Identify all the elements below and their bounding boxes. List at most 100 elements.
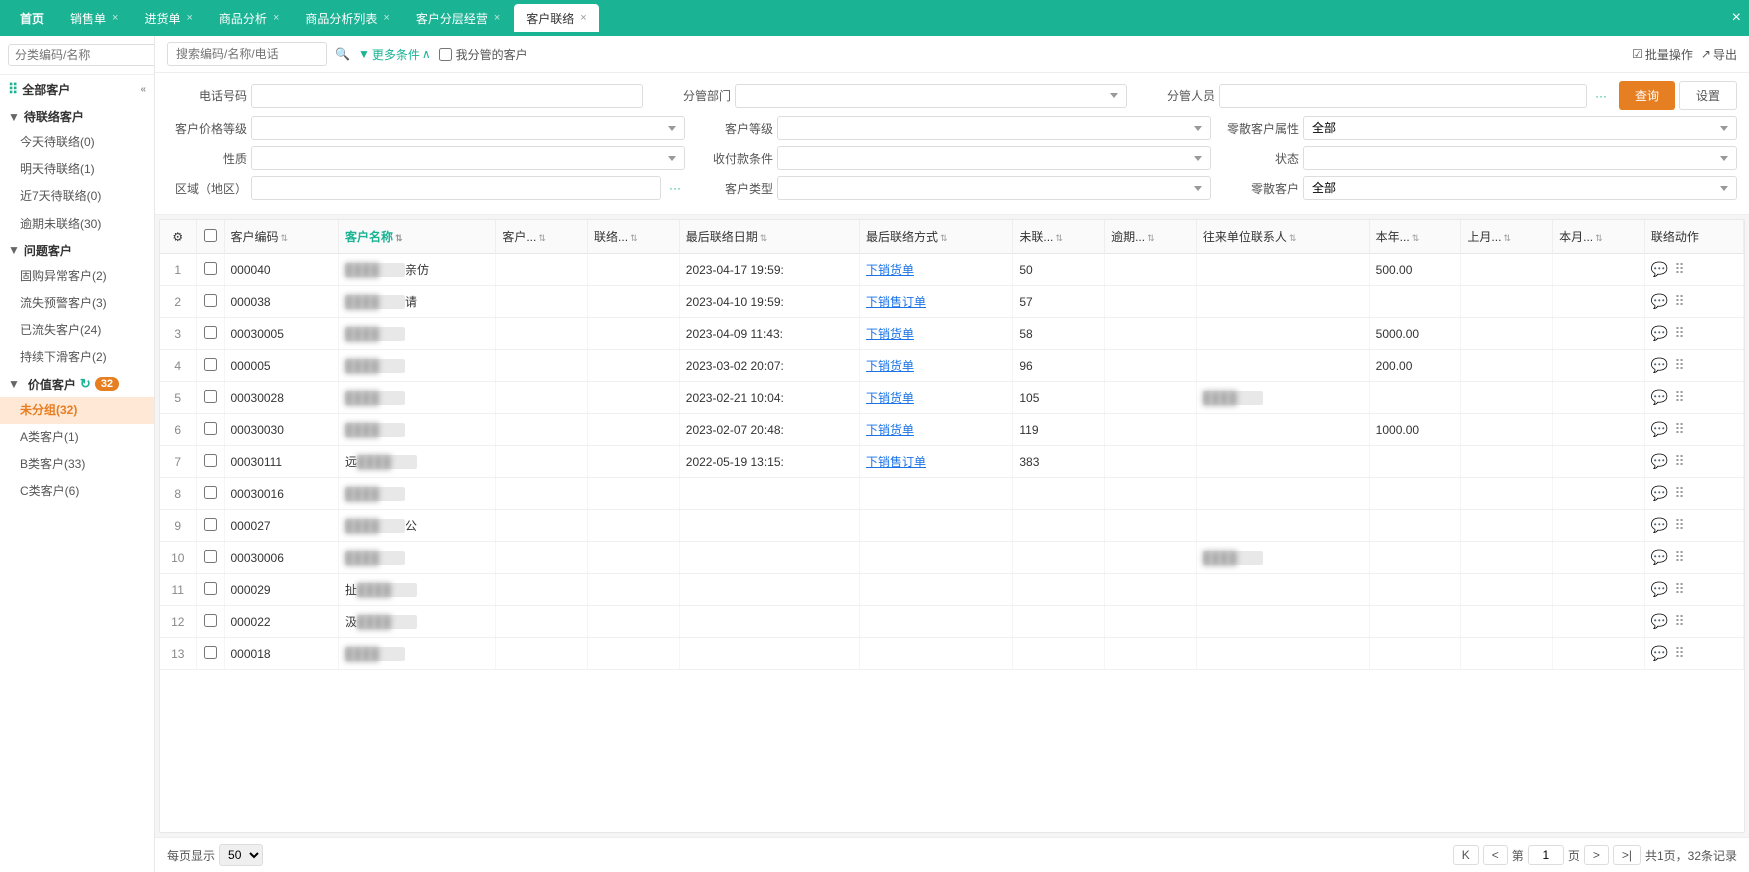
region-input[interactable]: [251, 176, 661, 200]
grid-icon[interactable]: ⠿: [1674, 357, 1684, 374]
row-checkbox[interactable]: [204, 454, 217, 467]
col-this-month[interactable]: 本月...⇅: [1553, 220, 1645, 254]
chat-icon[interactable]: 💬: [1651, 325, 1668, 342]
grid-icon[interactable]: ⠿: [1674, 485, 1684, 502]
value-customers-header[interactable]: ▼ 价值客户 ↻ 32: [0, 372, 154, 397]
row-action-icons[interactable]: 💬⠿: [1644, 542, 1743, 574]
sidebar-item-today[interactable]: 今天待联络(0): [0, 129, 154, 156]
row-action-icons[interactable]: 💬⠿: [1644, 318, 1743, 350]
row-check[interactable]: [196, 542, 224, 574]
row-action-icons[interactable]: 💬⠿: [1644, 254, 1743, 286]
grid-icon[interactable]: ⠿: [1674, 613, 1684, 630]
sidebar-item-abnormal[interactable]: 固购异常客户(2): [0, 263, 154, 290]
col-not-contacted[interactable]: 未联...⇅: [1013, 220, 1105, 254]
row-method-link[interactable]: 下销货单: [866, 423, 914, 437]
phone-input[interactable]: [251, 84, 643, 108]
prev-page-btn[interactable]: <: [1483, 845, 1508, 865]
row-checkbox[interactable]: [204, 486, 217, 499]
sidebar-search-input[interactable]: [8, 44, 155, 66]
row-check[interactable]: [196, 414, 224, 446]
col-last-month[interactable]: 上月...⇅: [1461, 220, 1553, 254]
search-input[interactable]: [167, 42, 327, 66]
customer-level-select[interactable]: [777, 116, 1211, 140]
chat-icon[interactable]: 💬: [1651, 549, 1668, 566]
chat-icon[interactable]: 💬: [1651, 645, 1668, 662]
row-action-icons[interactable]: 💬⠿: [1644, 414, 1743, 446]
row-checkbox[interactable]: [204, 422, 217, 435]
col-settings[interactable]: ⚙: [160, 220, 196, 254]
col-unit-contacts[interactable]: 往来单位联系人⇅: [1196, 220, 1369, 254]
row-action-icons[interactable]: 💬⠿: [1644, 350, 1743, 382]
chat-icon[interactable]: 💬: [1651, 357, 1668, 374]
tab-customer-contact-close[interactable]: ×: [580, 12, 586, 24]
dept-select[interactable]: [735, 84, 1127, 108]
tab-customer-contact[interactable]: 客户联络 ×: [514, 4, 598, 32]
row-check[interactable]: [196, 478, 224, 510]
grid-icon[interactable]: ⠿: [1674, 549, 1684, 566]
row-method-link[interactable]: 下销货单: [866, 263, 914, 277]
batch-op-button[interactable]: ☑ 批量操作: [1632, 46, 1693, 63]
row-checkbox[interactable]: [204, 390, 217, 403]
row-checkbox[interactable]: [204, 646, 217, 659]
per-page-select[interactable]: 50: [219, 844, 263, 866]
tab-analysis-close[interactable]: ×: [273, 12, 279, 24]
check-all-checkbox[interactable]: [204, 229, 217, 242]
retail-attr-select[interactable]: 全部: [1303, 116, 1737, 140]
row-checkbox[interactable]: [204, 582, 217, 595]
reset-button[interactable]: 设置: [1679, 81, 1737, 110]
row-last-method[interactable]: 下销货单: [859, 382, 1012, 414]
col-this-year[interactable]: 本年...⇅: [1369, 220, 1461, 254]
tab-analysis-list-close[interactable]: ×: [383, 12, 389, 24]
row-method-link[interactable]: 下销货单: [866, 359, 914, 373]
tab-purchase[interactable]: 进货单 ×: [132, 4, 204, 32]
chat-icon[interactable]: 💬: [1651, 421, 1668, 438]
value-refresh-icon[interactable]: ↻: [80, 376, 91, 392]
grid-icon[interactable]: ⠿: [1674, 293, 1684, 310]
tab-home[interactable]: 首页: [8, 4, 56, 32]
chat-icon[interactable]: 💬: [1651, 581, 1668, 598]
row-action-icons[interactable]: 💬⠿: [1644, 638, 1743, 670]
row-last-method[interactable]: [859, 574, 1012, 606]
row-last-method[interactable]: [859, 606, 1012, 638]
chat-icon[interactable]: 💬: [1651, 293, 1668, 310]
row-last-method[interactable]: [859, 542, 1012, 574]
col-contact[interactable]: 联络...⇅: [588, 220, 680, 254]
chat-icon[interactable]: 💬: [1651, 453, 1668, 470]
price-level-select[interactable]: [251, 116, 685, 140]
row-last-method[interactable]: 下销货单: [859, 414, 1012, 446]
tab-sales[interactable]: 销售单 ×: [58, 4, 130, 32]
row-action-icons[interactable]: 💬⠿: [1644, 606, 1743, 638]
export-button[interactable]: ↗ 导出: [1701, 46, 1737, 63]
more-conditions-btn[interactable]: ▼ 更多条件 ∧: [358, 46, 431, 63]
page-number-input[interactable]: [1528, 845, 1564, 865]
tab-sales-close[interactable]: ×: [112, 12, 118, 24]
row-check[interactable]: [196, 350, 224, 382]
row-method-link[interactable]: 下销货单: [866, 391, 914, 405]
sidebar-item-overdue[interactable]: 逾期未联络(30): [0, 211, 154, 238]
row-last-method[interactable]: [859, 510, 1012, 542]
grid-icon[interactable]: ⠿: [1674, 325, 1684, 342]
tab-analysis[interactable]: 商品分析 ×: [207, 4, 291, 32]
row-action-icons[interactable]: 💬⠿: [1644, 382, 1743, 414]
chat-icon[interactable]: 💬: [1651, 613, 1668, 630]
grid-icon[interactable]: ⠿: [1674, 517, 1684, 534]
my-customers-checkbox[interactable]: [439, 48, 452, 61]
chat-icon[interactable]: 💬: [1651, 261, 1668, 278]
sidebar-item-declining[interactable]: 持续下滑客户(2): [0, 344, 154, 371]
query-button[interactable]: 查询: [1619, 81, 1675, 110]
row-check[interactable]: [196, 286, 224, 318]
tab-purchase-close[interactable]: ×: [186, 12, 192, 24]
row-checkbox[interactable]: [204, 614, 217, 627]
all-customers-header[interactable]: ⠿ 全部客户 «: [0, 75, 154, 104]
row-last-method[interactable]: [859, 638, 1012, 670]
grid-icon[interactable]: ⠿: [1674, 645, 1684, 662]
row-checkbox[interactable]: [204, 294, 217, 307]
row-last-method[interactable]: 下销货单: [859, 318, 1012, 350]
sidebar-item-tomorrow[interactable]: 明天待联络(1): [0, 156, 154, 183]
tab-analysis-list[interactable]: 商品分析列表 ×: [293, 4, 401, 32]
row-action-icons[interactable]: 💬⠿: [1644, 510, 1743, 542]
row-method-link[interactable]: 下销货单: [866, 327, 914, 341]
row-check[interactable]: [196, 606, 224, 638]
sidebar-item-churn-risk[interactable]: 流失预警客户(3): [0, 290, 154, 317]
region-more-icon[interactable]: ···: [665, 181, 685, 195]
